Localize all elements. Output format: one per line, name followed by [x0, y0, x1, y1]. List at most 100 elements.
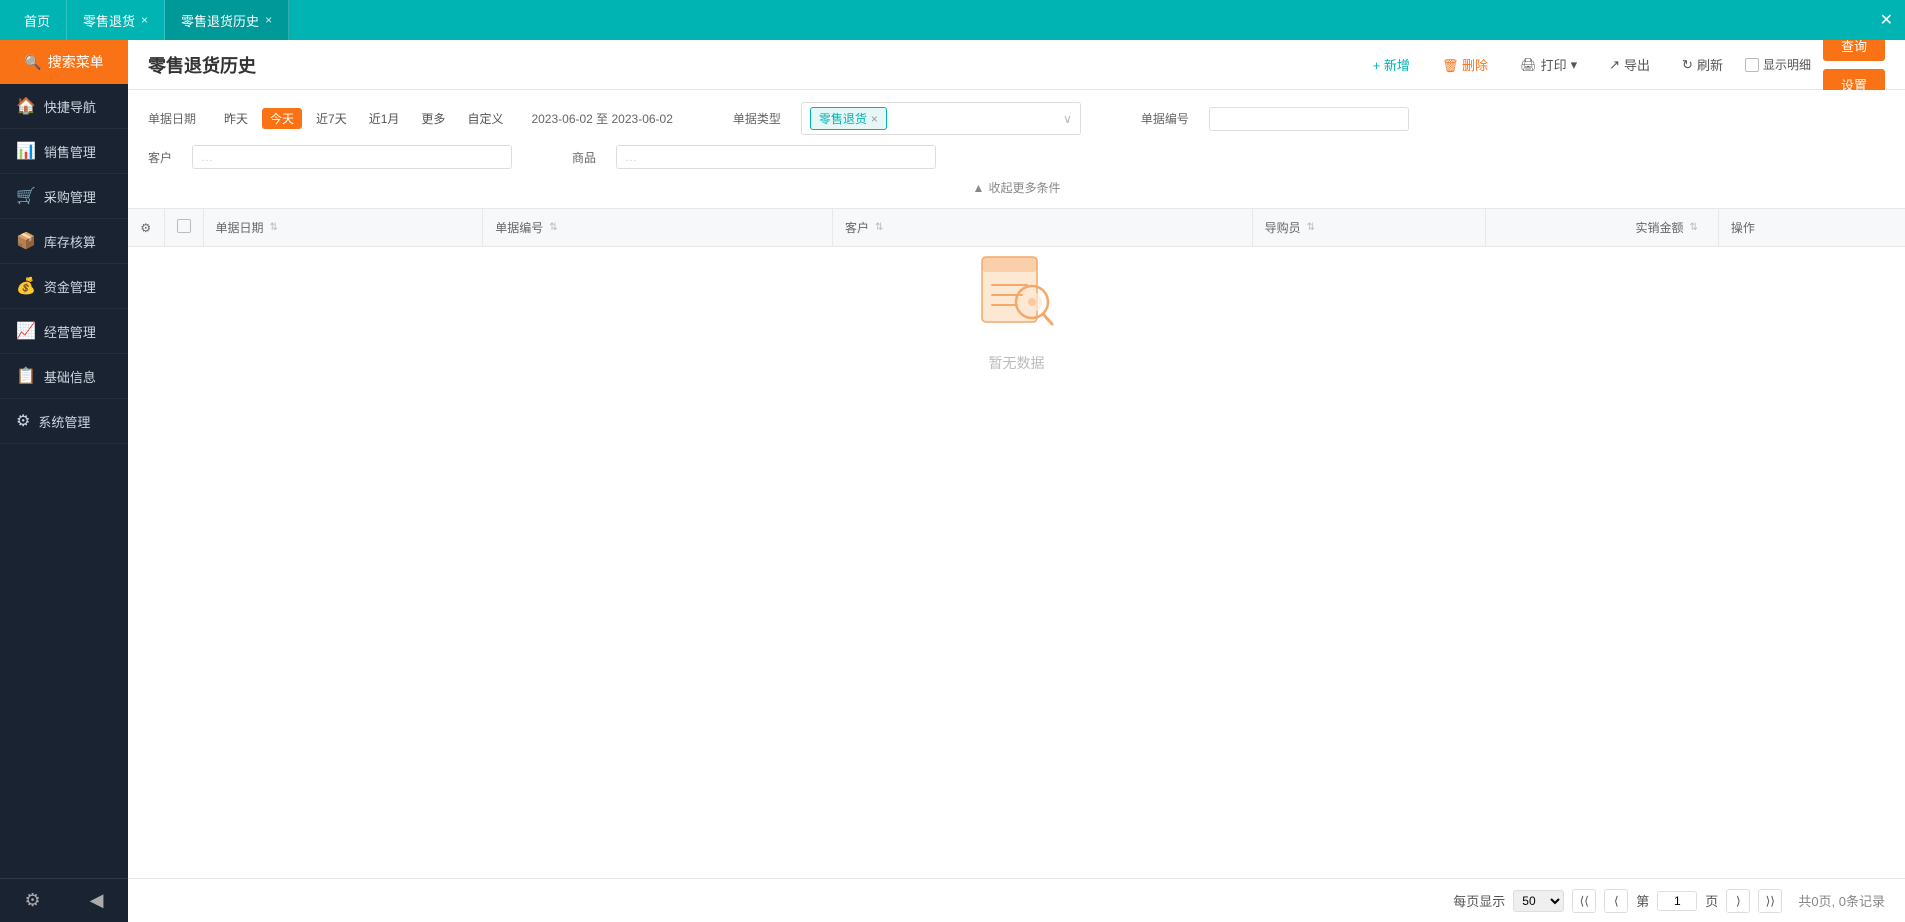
page-header: 零售退货历史 + 新增 🗑 删除 🖨 打印 ▾ ↗ 导出 ↻ 刷新 [128, 40, 1905, 90]
date-range-display: 2023-06-02 至 2023-06-02 [531, 110, 672, 127]
tab-list: 首页 零售退货 × 零售退货历史 × [8, 0, 1876, 40]
sidebar-item-inventory[interactable]: 📦 库存核算 [0, 219, 128, 264]
sidebar-footer: ⚙ ◀ [0, 878, 128, 922]
th-amount-sort[interactable]: ⇅ [1690, 222, 1698, 233]
refresh-button[interactable]: ↻ 刷新 [1672, 50, 1733, 79]
th-customer-sort[interactable]: ⇅ [875, 222, 883, 233]
show-detail-toggle[interactable]: 显示明细 [1745, 56, 1811, 73]
th-customer[interactable]: 客户 ⇅ [832, 209, 1252, 247]
th-operation-label: 操作 [1731, 221, 1755, 235]
header-checkbox[interactable] [177, 219, 191, 233]
page-title: 零售退货历史 [148, 52, 256, 78]
customer-label: 客户 [148, 149, 172, 166]
doc-number-input[interactable] [1209, 107, 1409, 131]
sidebar-item-sales-label: 销售管理 [44, 142, 96, 161]
sidebar-item-quick-nav[interactable]: 🏠 快捷导航 [0, 84, 128, 129]
page-unit: 页 [1705, 891, 1718, 910]
sidebar-item-sys-mgmt[interactable]: ⚙ 系统管理 [0, 399, 128, 444]
table-section: ⚙ 单据日期 ⇅ [128, 209, 1905, 922]
th-operation: 操作 [1718, 209, 1905, 247]
sidebar-item-sales-mgmt[interactable]: 📊 销售管理 [0, 129, 128, 174]
basic-icon: 📋 [16, 366, 36, 386]
window-close-btn[interactable]: ✕ [1876, 10, 1897, 30]
sidebar-item-purchase-label: 采购管理 [44, 187, 96, 206]
doc-type-dropdown-icon: ∨ [1063, 112, 1072, 126]
sidebar-item-basic-info[interactable]: 📋 基础信息 [0, 354, 128, 399]
th-guide-sort[interactable]: ⇅ [1307, 222, 1315, 233]
doc-type-value: 零售退货 [819, 110, 867, 127]
th-config[interactable]: ⚙ [128, 209, 164, 247]
tab-home[interactable]: 首页 [8, 0, 67, 40]
date-opt-today[interactable]: 今天 [262, 108, 302, 129]
first-page-btn[interactable]: ⟨⟨ [1572, 889, 1596, 913]
table-container: ⚙ 单据日期 ⇅ [128, 209, 1905, 878]
config-icon[interactable]: ⚙ [140, 221, 151, 235]
customer-placeholder: … [201, 150, 213, 164]
tab-retail-return-history-close[interactable]: × [265, 13, 272, 27]
page-label: 第 [1636, 891, 1649, 910]
tab-retail-return-close[interactable]: × [141, 13, 148, 27]
th-guide[interactable]: 导购员 ⇅ [1252, 209, 1485, 247]
sidebar-item-finance[interactable]: 💰 资金管理 [0, 264, 128, 309]
next-page-btn[interactable]: ⟩ [1726, 889, 1750, 913]
last-page-btn[interactable]: ⟩⟩ [1758, 889, 1782, 913]
th-date[interactable]: 单据日期 ⇅ [203, 209, 483, 247]
pagination: 每页显示 50 10 20 100 ⟨⟨ ⟨ 第 1 页 ⟩ ⟩⟩ 共0页, 0… [128, 878, 1905, 922]
sales-icon: 📊 [16, 141, 36, 161]
sidebar-settings-icon[interactable]: ⚙ [25, 890, 41, 911]
th-guide-label: 导购员 [1265, 219, 1301, 236]
collapse-label: 收起更多条件 [988, 179, 1060, 196]
product-input[interactable]: … [616, 145, 936, 169]
new-button[interactable]: + 新增 [1363, 50, 1420, 79]
th-number-sort[interactable]: ⇅ [549, 222, 557, 233]
print-dropdown-icon: ▾ [1571, 57, 1578, 73]
th-number[interactable]: 单据编号 ⇅ [483, 209, 833, 247]
date-opt-7days[interactable]: 近7天 [308, 108, 355, 129]
per-page-select[interactable]: 50 10 20 100 [1513, 890, 1564, 912]
query-button[interactable]: 查询 [1823, 40, 1885, 61]
tab-retail-return-label: 零售退货 [83, 11, 135, 30]
data-table: ⚙ 单据日期 ⇅ [128, 209, 1905, 247]
top-bar: 首页 零售退货 × 零售退货历史 × ✕ [0, 0, 1905, 40]
total-label: 共0页, 0条记录 [1798, 891, 1885, 910]
customer-input[interactable]: … [192, 145, 512, 169]
empty-text: 暂无数据 [989, 353, 1045, 373]
sidebar-item-business[interactable]: 📈 经营管理 [0, 309, 128, 354]
product-placeholder: … [625, 150, 637, 164]
doc-type-remove[interactable]: × [871, 112, 878, 126]
sidebar-collapse-icon[interactable]: ◀ [90, 890, 104, 911]
inventory-icon: 📦 [16, 231, 36, 251]
sys-icon: ⚙ [16, 411, 30, 431]
date-opt-yesterday[interactable]: 昨天 [216, 108, 256, 129]
date-opt-1month[interactable]: 近1月 [361, 108, 408, 129]
th-amount[interactable]: 实销金额 ⇅ [1485, 209, 1718, 247]
sidebar-item-quick-nav-label: 快捷导航 [44, 97, 96, 116]
date-opt-more[interactable]: 更多 [413, 108, 453, 129]
sidebar-item-finance-label: 资金管理 [44, 277, 96, 296]
collapse-btn[interactable]: ▲ 收起更多条件 [957, 179, 1077, 196]
business-icon: 📈 [16, 321, 36, 341]
show-detail-checkbox[interactable] [1745, 58, 1759, 72]
th-check[interactable] [164, 209, 203, 247]
th-customer-label: 客户 [845, 219, 869, 236]
prev-page-btn[interactable]: ⟨ [1604, 889, 1628, 913]
print-button[interactable]: 🖨 打印 ▾ [1510, 50, 1587, 79]
table-header-row: ⚙ 单据日期 ⇅ [128, 209, 1905, 247]
page-input[interactable]: 1 [1657, 891, 1697, 911]
empty-state: 暂无数据 [128, 247, 1905, 373]
delete-button[interactable]: 🗑 删除 [1432, 50, 1498, 79]
tab-retail-return-history[interactable]: 零售退货历史 × [165, 0, 289, 40]
content-area: 零售退货历史 + 新增 🗑 删除 🖨 打印 ▾ ↗ 导出 ↻ 刷新 [128, 40, 1905, 922]
per-page-label: 每页显示 [1453, 891, 1505, 910]
date-options: 昨天 今天 近7天 近1月 更多 自定义 [216, 108, 511, 129]
th-date-sort[interactable]: ⇅ [270, 222, 278, 233]
home-icon: 🏠 [16, 96, 36, 116]
date-opt-custom[interactable]: 自定义 [459, 108, 511, 129]
export-button[interactable]: ↗ 导出 [1599, 50, 1660, 79]
sidebar-search[interactable]: 🔍 搜索菜单 [0, 40, 128, 84]
doc-type-select[interactable]: 零售退货 × ∨ [801, 102, 1081, 135]
sidebar-item-business-label: 经营管理 [44, 322, 96, 341]
tab-retail-return[interactable]: 零售退货 × [67, 0, 165, 40]
sidebar-search-label: 搜索菜单 [48, 52, 104, 72]
sidebar-item-purchase-mgmt[interactable]: 🛒 采购管理 [0, 174, 128, 219]
